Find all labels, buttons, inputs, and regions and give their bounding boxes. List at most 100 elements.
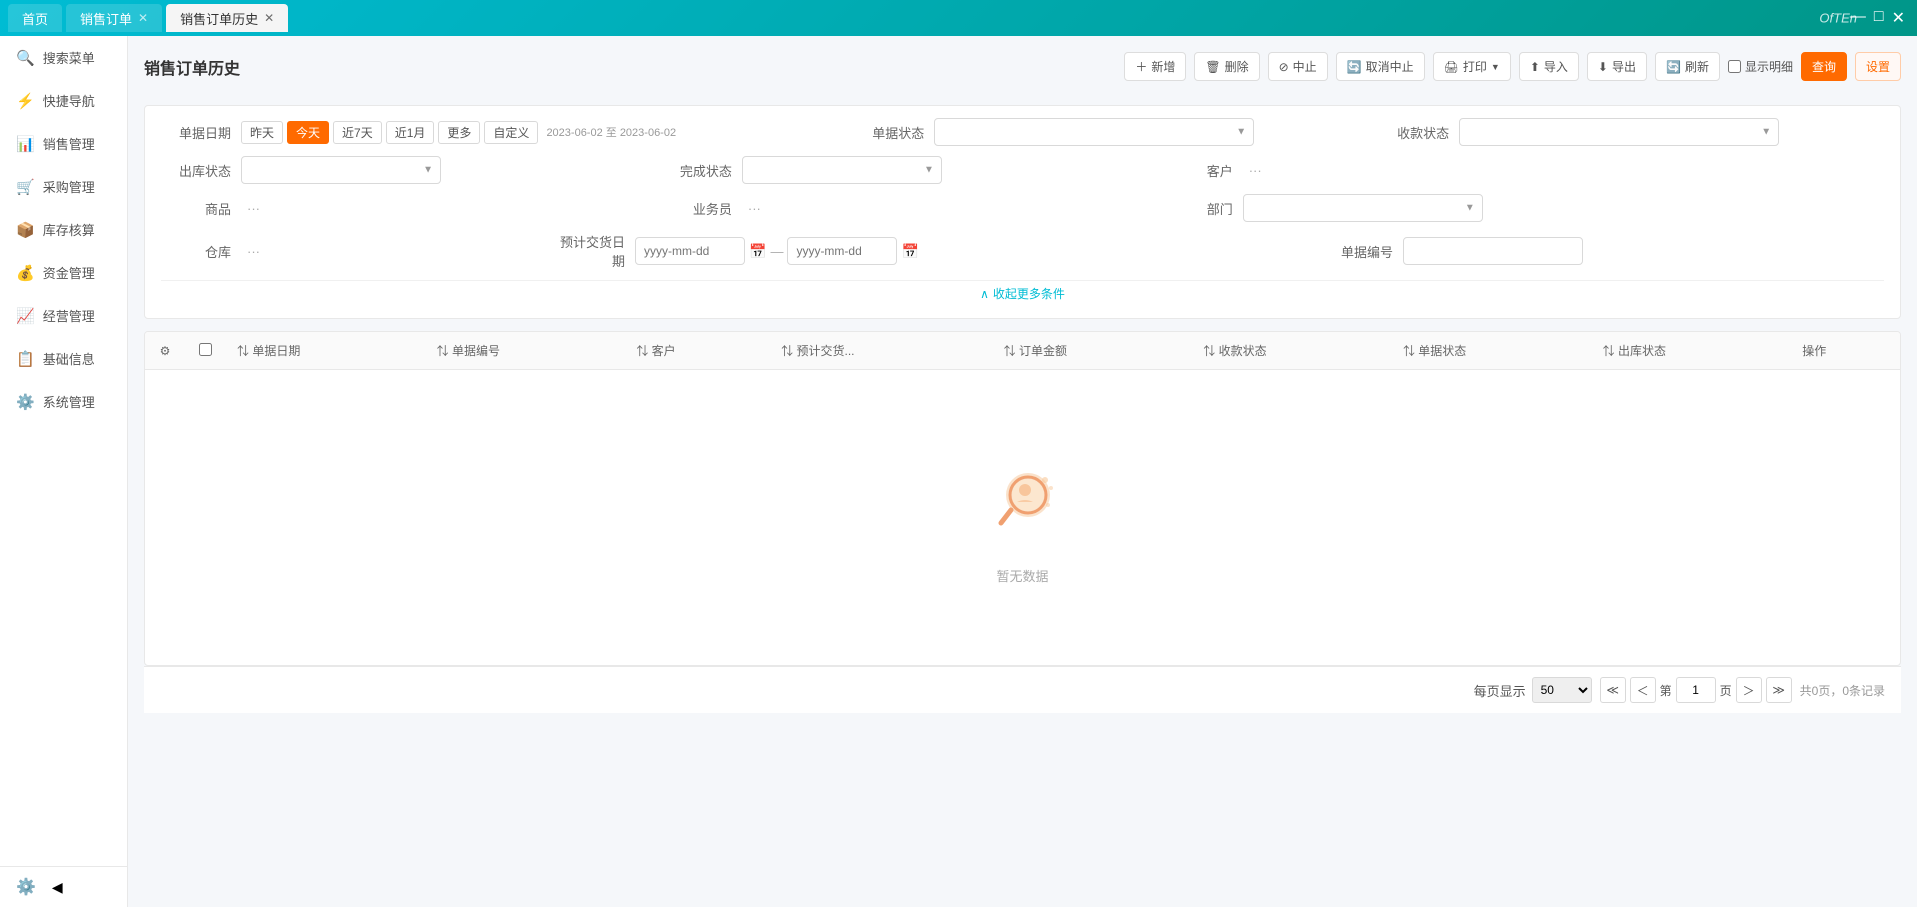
refresh-button[interactable]: 🔄 刷新 [1655,52,1720,81]
filter-delivery-date-cell: 预计交货日期 📅 — 📅 [555,232,1303,270]
add-icon: ＋ [1135,58,1147,75]
delivery-date-start-input[interactable] [635,237,745,265]
filter-date-cell: 单据日期 昨天 今天 近7天 近1月 更多 自定义 2023-06-02 至 2… [161,121,834,144]
print-arrow-icon: ▼ [1491,62,1500,72]
order-number-label: 单据编号 [1323,242,1403,261]
table-settings-col[interactable]: ⚙ [145,332,185,370]
date-today-btn[interactable]: 今天 [287,121,329,144]
tab-sales-order-history[interactable]: 销售订单历史 ✕ [166,4,288,32]
print-button[interactable]: 🖨 打印 ▼ [1433,52,1511,81]
filter-salesperson-cell: 业务员 ··· [662,199,1143,218]
warehouse-ellipsis[interactable]: ··· [241,244,266,259]
collapse-button[interactable]: ∧ 收起更多条件 [161,280,1884,306]
col-number[interactable]: ⇅ 单据编号 [425,332,625,370]
settings-button[interactable]: 设置 [1855,52,1901,81]
add-button[interactable]: ＋ 新增 [1124,52,1186,81]
query-button[interactable]: 查询 [1801,52,1847,81]
maximize-icon[interactable]: □ [1874,8,1884,28]
filter-row-3: 商品 ··· 业务员 ··· 部门 ▼ [161,194,1884,222]
sidebar-collapse-icon[interactable]: ◀ [52,879,63,896]
col-action: 操作 [1790,332,1900,370]
export-button[interactable]: ⬇ 导出 [1587,52,1647,81]
date-yesterday-btn[interactable]: 昨天 [241,121,283,144]
date-custom-btn[interactable]: 自定义 [484,121,538,144]
col-action-label: 操作 [1802,344,1826,358]
sidebar-item-operations-mgmt[interactable]: 📈 经营管理 [0,294,127,337]
cancel-stop-icon: 🔄 [1347,60,1362,74]
page-input[interactable] [1676,677,1716,703]
collapse-label: 收起更多条件 [993,285,1065,302]
col-customer[interactable]: ⇅ 客户 [624,332,769,370]
import-icon: ⬆ [1530,60,1540,74]
col-outbound-status[interactable]: ⇅ 出库状态 [1591,332,1791,370]
import-button[interactable]: ⬆ 导入 [1519,52,1579,81]
search-menu-icon: 🔍 [16,49,35,67]
sidebar-item-inventory-check[interactable]: 📦 库存核算 [0,208,127,251]
sidebar-item-system-mgmt[interactable]: ⚙️ 系统管理 [0,380,127,423]
date-last7-btn[interactable]: 近7天 [333,121,382,144]
page-last-btn[interactable]: ≫ [1766,677,1792,703]
department-select-wrapper: ▼ [1243,194,1483,222]
tab-sales-order[interactable]: 销售订单 ✕ [66,4,162,32]
stop-icon: ⊘ [1279,60,1289,74]
col-order-status[interactable]: ⇅ 单据状态 [1391,332,1591,370]
calendar-start-icon[interactable]: 📅 [749,243,766,260]
minimize-icon[interactable]: — [1850,8,1866,28]
customer-ellipsis[interactable]: ··· [1243,163,1268,178]
date-more-btn[interactable]: 更多 [438,121,480,144]
salesperson-ellipsis[interactable]: ··· [742,201,767,216]
tab-home[interactable]: 首页 [8,4,62,32]
col-delivery[interactable]: ⇅ 预计交货... [769,332,992,370]
close-sales-order-tab[interactable]: ✕ [138,11,148,25]
show-detail-input[interactable] [1728,60,1741,73]
delivery-date-inputs: 📅 — 📅 [635,237,919,265]
show-detail-checkbox[interactable]: 显示明细 [1728,58,1793,75]
close-sales-order-history-tab[interactable]: ✕ [264,11,274,25]
page-next-btn[interactable]: ＞ [1736,677,1762,703]
delivery-date-end-input[interactable] [787,237,897,265]
order-status-label: 单据状态 [854,123,934,142]
date-last1month-btn[interactable]: 近1月 [386,121,435,144]
close-icon[interactable]: ✕ [1892,8,1905,28]
stop-button[interactable]: ⊘ 中止 [1268,52,1328,81]
sidebar-item-finance-mgmt[interactable]: 💰 资金管理 [0,251,127,294]
col-amount[interactable]: ⇅ 订单金额 [992,332,1192,370]
filter-department-cell: 部门 ▼ [1163,194,1884,222]
sidebar-item-quick-nav[interactable]: ⚡ 快捷导航 [0,79,127,122]
calendar-end-icon[interactable]: 📅 [901,243,918,260]
complete-status-select[interactable] [742,156,942,184]
filter-customer-cell: 客户 ··· [1163,161,1884,180]
cancel-stop-button[interactable]: 🔄 取消中止 [1336,52,1425,81]
col-customer-label: 客户 [652,344,676,358]
outbound-status-select[interactable] [241,156,441,184]
select-all-checkbox[interactable] [199,343,212,356]
empty-illustration [973,450,1073,550]
page-title: 销售订单历史 [144,55,240,79]
sidebar-item-purchase-mgmt[interactable]: 🛒 采购管理 [0,165,127,208]
col-receipt-status[interactable]: ⇅ 收款状态 [1191,332,1391,370]
table-check-col[interactable] [185,332,225,370]
sidebar-settings-icon[interactable]: ⚙️ [16,877,36,897]
sidebar-item-search-menu[interactable]: 🔍 搜索菜单 [0,36,127,79]
add-label: 新增 [1151,58,1175,75]
order-number-input[interactable] [1403,237,1583,265]
page-prev-btn[interactable]: ＜ [1630,677,1656,703]
refresh-icon: 🔄 [1666,60,1681,74]
delete-button[interactable]: 🗑 删除 [1194,52,1259,81]
delete-label: 删除 [1225,58,1249,75]
per-page-dropdown[interactable]: 10 20 50 100 [1532,677,1592,703]
date-dash: — [770,244,783,259]
sidebar-item-sales-mgmt[interactable]: 📊 销售管理 [0,122,127,165]
import-label: 导入 [1544,58,1568,75]
goods-ellipsis[interactable]: ··· [241,201,266,216]
sidebar-item-basic-info[interactable]: 📋 基础信息 [0,337,127,380]
table-container: ⚙ ⇅ 单据日期 ⇅ 单据编号 ⇅ [144,331,1901,666]
delivery-date-label: 预计交货日期 [555,232,635,270]
cancel-stop-label: 取消中止 [1366,58,1414,75]
page-first-btn[interactable]: ≪ [1600,677,1626,703]
department-select[interactable] [1243,194,1483,222]
finance-mgmt-icon: 💰 [16,264,35,282]
order-status-select[interactable] [934,118,1254,146]
receipt-status-select[interactable] [1459,118,1779,146]
col-date[interactable]: ⇅ 单据日期 [225,332,425,370]
